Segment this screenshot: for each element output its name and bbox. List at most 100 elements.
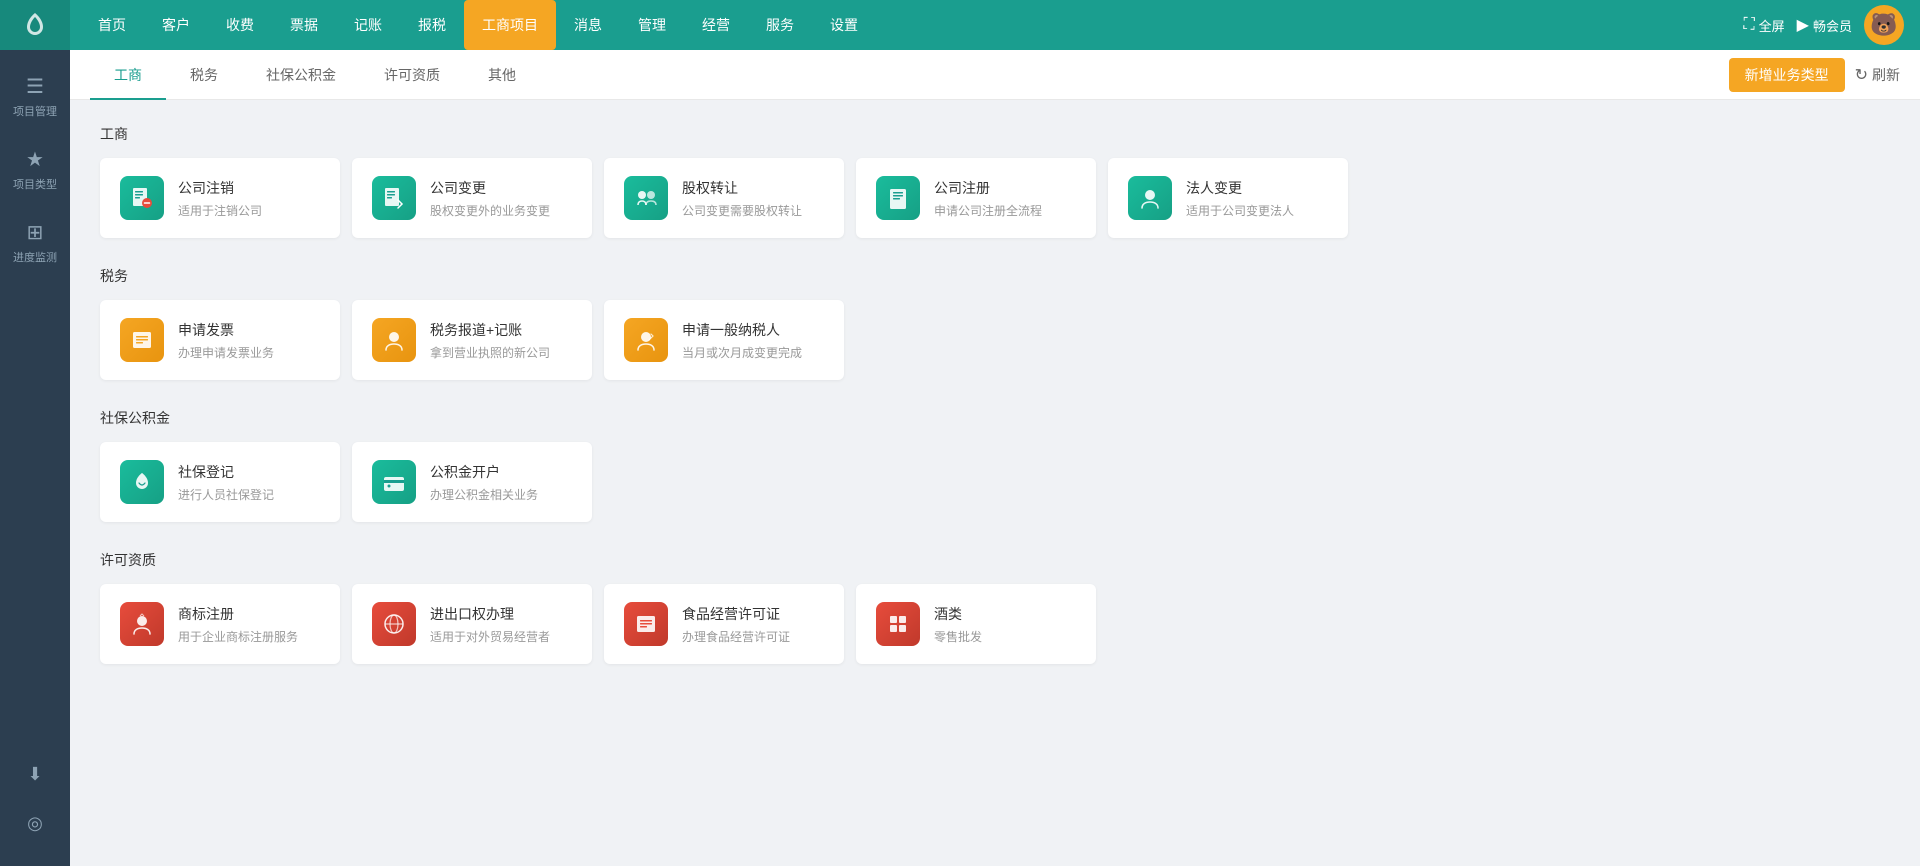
card-title-liquor: 酒类 <box>934 604 982 624</box>
nav-operation[interactable]: 经营 <box>684 0 748 50</box>
card-text-equity-transfer: 股权转让 公司变更需要股权转让 <box>682 178 802 219</box>
card-text-food-license: 食品经营许可证 办理食品经营许可证 <box>682 604 790 645</box>
nav-fee[interactable]: 收费 <box>208 0 272 50</box>
nav-settings[interactable]: 设置 <box>812 0 876 50</box>
nav-service[interactable]: 服务 <box>748 0 812 50</box>
nav-home[interactable]: 首页 <box>80 0 144 50</box>
card-gjj-open[interactable]: 公积金开户 办理公积金相关业务 <box>352 442 592 522</box>
refresh-button[interactable]: ↻ 刷新 <box>1855 65 1900 85</box>
card-icon-liquor <box>876 602 920 646</box>
nav-tax[interactable]: 报税 <box>400 0 464 50</box>
card-icon-food-license <box>624 602 668 646</box>
tab-bar-right: 新增业务类型 ↻ 刷新 <box>1729 58 1900 92</box>
scroll-content[interactable]: 工商 公司注销 适用于注销公司 <box>70 100 1920 866</box>
fullscreen-btn[interactable]: ⛶ 全屏 <box>1743 16 1784 35</box>
card-title-trademark: 商标注册 <box>178 604 298 624</box>
content-area: 工商 税务 社保公积金 许可资质 其他 新增业务类型 ↻ 刷新 工商 <box>70 50 1920 866</box>
card-tax-report[interactable]: 税务报道+记账 拿到营业执照的新公司 <box>352 300 592 380</box>
mascot-avatar[interactable]: 🐻 <box>1864 5 1904 45</box>
card-desc-shebao-register: 进行人员社保登记 <box>178 486 274 503</box>
card-apply-invoice[interactable]: 申请发票 办理申请发票业务 <box>100 300 340 380</box>
nav-invoice[interactable]: 票据 <box>272 0 336 50</box>
card-icon-apply-invoice <box>120 318 164 362</box>
card-company-register[interactable]: 公司注册 申请公司注册全流程 <box>856 158 1096 238</box>
card-liquor[interactable]: 酒类 零售批发 <box>856 584 1096 664</box>
list-icon: ☰ <box>26 74 44 99</box>
card-title-general-tax: 申请一般纳税人 <box>682 320 802 340</box>
card-desc-gjj-open: 办理公积金相关业务 <box>430 486 538 503</box>
sidebar-item-progress-monitor[interactable]: ⊞ 进度监测 <box>0 206 70 279</box>
card-desc-company-change: 股权变更外的业务变更 <box>430 202 550 219</box>
card-title-company-cancel: 公司注销 <box>178 178 262 198</box>
card-icon-import-export <box>372 602 416 646</box>
card-trademark[interactable]: 商标注册 用于企业商标注册服务 <box>100 584 340 664</box>
gongshang-section: 工商 公司注销 适用于注销公司 <box>100 124 1890 238</box>
card-title-company-change: 公司变更 <box>430 178 550 198</box>
download-icon: ⬇ <box>27 764 42 785</box>
app-logo[interactable] <box>0 0 70 50</box>
nav-management[interactable]: 管理 <box>620 0 684 50</box>
card-icon-general-tax <box>624 318 668 362</box>
card-import-export[interactable]: 进出口权办理 适用于对外贸易经营者 <box>352 584 592 664</box>
nav-customer[interactable]: 客户 <box>144 0 208 50</box>
tab-gongshang[interactable]: 工商 <box>90 51 166 100</box>
top-nav-right: ⛶ 全屏 ▶ 畅会员 🐻 <box>1743 5 1920 45</box>
nav-message[interactable]: 消息 <box>556 0 620 50</box>
card-legal-change[interactable]: 法人变更 适用于公司变更法人 <box>1108 158 1348 238</box>
xuke-cards-grid: 商标注册 用于企业商标注册服务 进出口权办理 适用于对外贸易经营者 <box>100 584 1890 664</box>
card-title-food-license: 食品经营许可证 <box>682 604 790 624</box>
new-business-type-button[interactable]: 新增业务类型 <box>1729 58 1845 92</box>
card-shebao-register[interactable]: 社保登记 进行人员社保登记 <box>100 442 340 522</box>
fullscreen-label: 全屏 <box>1759 16 1785 35</box>
card-equity-transfer[interactable]: 股权转让 公司变更需要股权转让 <box>604 158 844 238</box>
nav-bizproject[interactable]: 工商项目 <box>464 0 556 50</box>
card-icon-company-change <box>372 176 416 220</box>
card-title-equity-transfer: 股权转让 <box>682 178 802 198</box>
refresh-label: 刷新 <box>1872 65 1900 85</box>
gongshang-cards-grid: 公司注销 适用于注销公司 公司变更 股权变更外的业务变更 <box>100 158 1890 238</box>
tab-shebao[interactable]: 社保公积金 <box>242 51 360 100</box>
shuiwu-section: 税务 申请发票 办理申请发票业务 <box>100 266 1890 380</box>
card-desc-legal-change: 适用于公司变更法人 <box>1186 202 1294 219</box>
card-desc-tax-report: 拿到营业执照的新公司 <box>430 344 550 361</box>
card-desc-food-license: 办理食品经营许可证 <box>682 628 790 645</box>
sidebar-item-project-mgmt[interactable]: ☰ 项目管理 <box>0 60 70 133</box>
card-desc-trademark: 用于企业商标注册服务 <box>178 628 298 645</box>
top-nav-menu: 首页 客户 收费 票据 记账 报税 工商项目 消息 管理 经营 服务 设置 <box>70 0 1743 50</box>
card-text-tax-report: 税务报道+记账 拿到营业执照的新公司 <box>430 320 550 361</box>
tab-shuiwu[interactable]: 税务 <box>166 51 242 100</box>
tab-xuke[interactable]: 许可资质 <box>360 51 464 100</box>
sidebar-location-btn[interactable]: ◎ <box>0 801 70 846</box>
card-icon-shebao-register <box>120 460 164 504</box>
xuke-section-title: 许可资质 <box>100 550 1890 570</box>
card-company-cancel[interactable]: 公司注销 适用于注销公司 <box>100 158 340 238</box>
card-icon-trademark <box>120 602 164 646</box>
xuke-section: 许可资质 商标注册 用于企业商标注册服务 <box>100 550 1890 664</box>
left-sidebar: ☰ 项目管理 ★ 项目类型 ⊞ 进度监测 ⬇ ◎ <box>0 50 70 866</box>
card-general-tax[interactable]: 申请一般纳税人 当月或次月成变更完成 <box>604 300 844 380</box>
card-food-license[interactable]: 食品经营许可证 办理食品经营许可证 <box>604 584 844 664</box>
card-icon-gjj-open <box>372 460 416 504</box>
shebao-section-title: 社保公积金 <box>100 408 1890 428</box>
shuiwu-cards-grid: 申请发票 办理申请发票业务 税务报道+记账 拿到营业执照的新公司 <box>100 300 1890 380</box>
video-icon: ▶ <box>1797 15 1809 35</box>
sidebar-item-project-type[interactable]: ★ 项目类型 <box>0 133 70 206</box>
card-title-import-export: 进出口权办理 <box>430 604 550 624</box>
card-desc-company-register: 申请公司注册全流程 <box>934 202 1042 219</box>
card-text-import-export: 进出口权办理 适用于对外贸易经营者 <box>430 604 550 645</box>
card-title-shebao-register: 社保登记 <box>178 462 274 482</box>
card-text-company-cancel: 公司注销 适用于注销公司 <box>178 178 262 219</box>
top-nav: 首页 客户 收费 票据 记账 报税 工商项目 消息 管理 经营 服务 设置 ⛶ … <box>0 0 1920 50</box>
sidebar-label-progress-monitor: 进度监测 <box>13 249 57 265</box>
card-desc-liquor: 零售批发 <box>934 628 982 645</box>
vip-btn[interactable]: ▶ 畅会员 <box>1797 15 1852 35</box>
nav-accounting[interactable]: 记账 <box>336 0 400 50</box>
sidebar-label-project-type: 项目类型 <box>13 176 57 192</box>
tab-other[interactable]: 其他 <box>464 51 540 100</box>
card-company-change[interactable]: 公司变更 股权变更外的业务变更 <box>352 158 592 238</box>
star-icon: ★ <box>26 147 44 172</box>
card-text-general-tax: 申请一般纳税人 当月或次月成变更完成 <box>682 320 802 361</box>
sidebar-label-project-mgmt: 项目管理 <box>13 103 57 119</box>
sidebar-download-btn[interactable]: ⬇ <box>0 752 70 797</box>
vip-label: 畅会员 <box>1813 16 1852 35</box>
